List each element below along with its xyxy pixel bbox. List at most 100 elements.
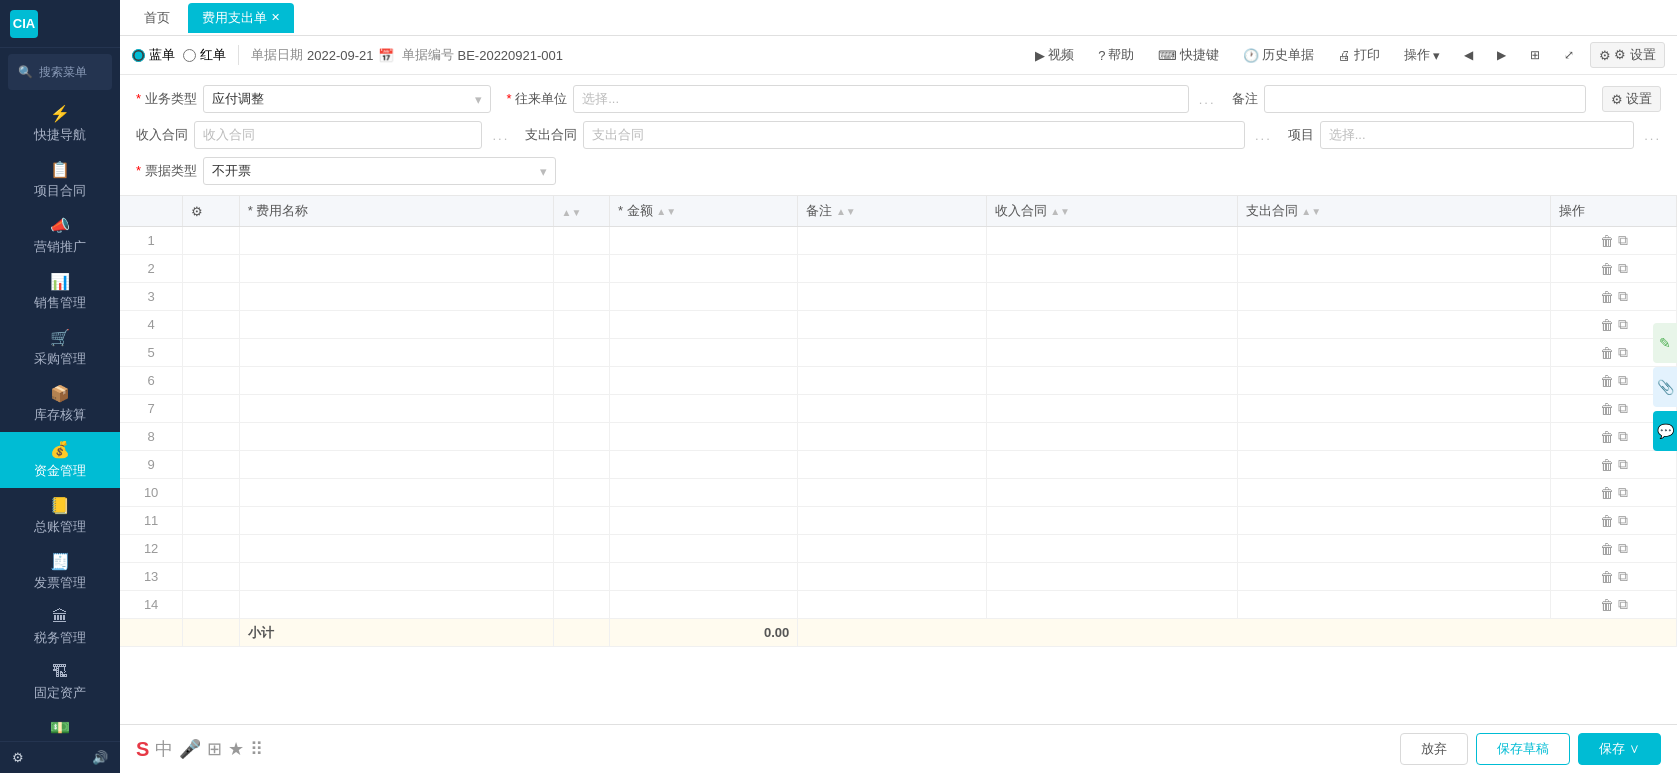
row-cell-expname[interactable] xyxy=(239,255,553,283)
radio-red[interactable]: 红单 xyxy=(183,46,226,64)
row-cell-amount[interactable] xyxy=(610,535,798,563)
sidebar-item-sales[interactable]: 📊销售管理 xyxy=(0,264,120,320)
settings-icon[interactable]: ⚙ xyxy=(12,750,24,765)
tab-expense[interactable]: 费用支出单✕ xyxy=(188,3,294,33)
row-cell-amount[interactable] xyxy=(610,507,798,535)
row-cell-amount[interactable] xyxy=(610,227,798,255)
row-cell-expname[interactable] xyxy=(239,395,553,423)
sidebar-item-quick-nav[interactable]: ⚡快捷导航 xyxy=(0,96,120,152)
row-cell-expname[interactable] xyxy=(239,563,553,591)
delete-row-btn[interactable]: 🗑 xyxy=(1600,289,1614,305)
bottom-icon-plus[interactable]: 中 xyxy=(155,737,173,761)
row-cell-amount[interactable] xyxy=(610,591,798,619)
delete-row-btn[interactable]: 🗑 xyxy=(1600,541,1614,557)
row-cell-income[interactable] xyxy=(986,367,1237,395)
save-button[interactable]: 保存 ∨ xyxy=(1578,733,1661,765)
row-cell-amount[interactable] xyxy=(610,367,798,395)
row-cell-expname[interactable] xyxy=(239,283,553,311)
row-cell-expense[interactable] xyxy=(1237,563,1551,591)
row-cell-income[interactable] xyxy=(986,563,1237,591)
delete-row-btn[interactable]: 🗑 xyxy=(1600,373,1614,389)
sidebar-item-marketing[interactable]: 📣营销推广 xyxy=(0,208,120,264)
row-cell-amount[interactable] xyxy=(610,451,798,479)
copy-row-btn[interactable]: ⧉ xyxy=(1618,288,1628,305)
expense-contract-input[interactable]: 支出合同 xyxy=(583,121,1245,149)
row-cell-note[interactable] xyxy=(798,339,986,367)
row-cell-expname[interactable] xyxy=(239,479,553,507)
delete-row-btn[interactable]: 🗑 xyxy=(1600,233,1614,249)
grid-btn[interactable]: ⊞ xyxy=(1522,45,1548,65)
counter-party-more-btn[interactable]: ... xyxy=(1199,92,1216,107)
copy-row-btn[interactable]: ⧉ xyxy=(1618,260,1628,277)
row-cell-expname[interactable] xyxy=(239,451,553,479)
row-cell-income[interactable] xyxy=(986,283,1237,311)
bottom-icon-apps[interactable]: ⠿ xyxy=(250,738,263,760)
row-cell-income[interactable] xyxy=(986,339,1237,367)
float-btn-2[interactable]: 📎 xyxy=(1653,367,1677,407)
row-cell-note[interactable] xyxy=(798,395,986,423)
sidebar-item-salary[interactable]: 💵工资 xyxy=(0,710,120,741)
shortcuts-btn[interactable]: ⌨ 快捷键 xyxy=(1150,43,1227,67)
row-cell-expname[interactable] xyxy=(239,311,553,339)
expense-contract-more-btn[interactable]: ... xyxy=(1255,128,1272,143)
remark-input[interactable] xyxy=(1264,85,1587,113)
history-btn[interactable]: 🕐 历史单据 xyxy=(1235,43,1322,67)
copy-row-btn[interactable]: ⧉ xyxy=(1618,372,1628,389)
row-cell-amount[interactable] xyxy=(610,395,798,423)
row-cell-note[interactable] xyxy=(798,283,986,311)
copy-row-btn[interactable]: ⧉ xyxy=(1618,512,1628,529)
row-cell-amount[interactable] xyxy=(610,479,798,507)
row-cell-note[interactable] xyxy=(798,535,986,563)
next-btn[interactable]: ▶ xyxy=(1489,45,1514,65)
copy-row-btn[interactable]: ⧉ xyxy=(1618,344,1628,361)
row-cell-note[interactable] xyxy=(798,255,986,283)
row-cell-expense[interactable] xyxy=(1237,479,1551,507)
discard-button[interactable]: 放弃 xyxy=(1400,733,1468,765)
row-cell-expname[interactable] xyxy=(239,367,553,395)
row-cell-amount[interactable] xyxy=(610,255,798,283)
copy-row-btn[interactable]: ⧉ xyxy=(1618,568,1628,585)
sidebar-item-project-contract[interactable]: 📋项目合同 xyxy=(0,152,120,208)
row-cell-amount[interactable] xyxy=(610,423,798,451)
income-contract-more-btn[interactable]: ... xyxy=(492,128,509,143)
copy-row-btn[interactable]: ⧉ xyxy=(1618,428,1628,445)
row-cell-expname[interactable] xyxy=(239,507,553,535)
save-draft-button[interactable]: 保存草稿 xyxy=(1476,733,1570,765)
row-cell-note[interactable] xyxy=(798,507,986,535)
copy-row-btn[interactable]: ⧉ xyxy=(1618,456,1628,473)
row-cell-income[interactable] xyxy=(986,311,1237,339)
sidebar-item-purchase[interactable]: 🛒采购管理 xyxy=(0,320,120,376)
row-cell-amount[interactable] xyxy=(610,339,798,367)
row-cell-note[interactable] xyxy=(798,311,986,339)
col-settings[interactable]: ⚙ xyxy=(183,196,239,227)
row-cell-note[interactable] xyxy=(798,563,986,591)
sidebar-search[interactable]: 🔍 搜索菜单 xyxy=(8,54,112,90)
row-cell-income[interactable] xyxy=(986,507,1237,535)
delete-row-btn[interactable]: 🗑 xyxy=(1600,317,1614,333)
row-cell-expname[interactable] xyxy=(239,423,553,451)
row-cell-expense[interactable] xyxy=(1237,255,1551,283)
delete-row-btn[interactable]: 🗑 xyxy=(1600,457,1614,473)
row-cell-expense[interactable] xyxy=(1237,423,1551,451)
float-btn-1[interactable]: ✎ xyxy=(1653,323,1677,363)
copy-row-btn[interactable]: ⧉ xyxy=(1618,232,1628,249)
row-cell-note[interactable] xyxy=(798,591,986,619)
print-btn[interactable]: 🖨 打印 xyxy=(1330,43,1388,67)
row-cell-expense[interactable] xyxy=(1237,227,1551,255)
income-contract-input[interactable]: 收入合同 xyxy=(194,121,482,149)
row-cell-expense[interactable] xyxy=(1237,535,1551,563)
delete-row-btn[interactable]: 🗑 xyxy=(1600,401,1614,417)
delete-row-btn[interactable]: 🗑 xyxy=(1600,345,1614,361)
copy-row-btn[interactable]: ⧉ xyxy=(1618,484,1628,501)
row-cell-income[interactable] xyxy=(986,227,1237,255)
row-cell-income[interactable] xyxy=(986,423,1237,451)
row-cell-note[interactable] xyxy=(798,451,986,479)
prev-btn[interactable]: ◀ xyxy=(1456,45,1481,65)
row-cell-note[interactable] xyxy=(798,227,986,255)
row-cell-expense[interactable] xyxy=(1237,339,1551,367)
biz-type-select[interactable]: 应付调整 ▾ xyxy=(203,85,491,113)
row-cell-income[interactable] xyxy=(986,479,1237,507)
project-more-btn[interactable]: ... xyxy=(1644,128,1661,143)
volume-icon[interactable]: 🔊 xyxy=(92,750,108,765)
help-btn[interactable]: ? 帮助 xyxy=(1090,43,1142,67)
